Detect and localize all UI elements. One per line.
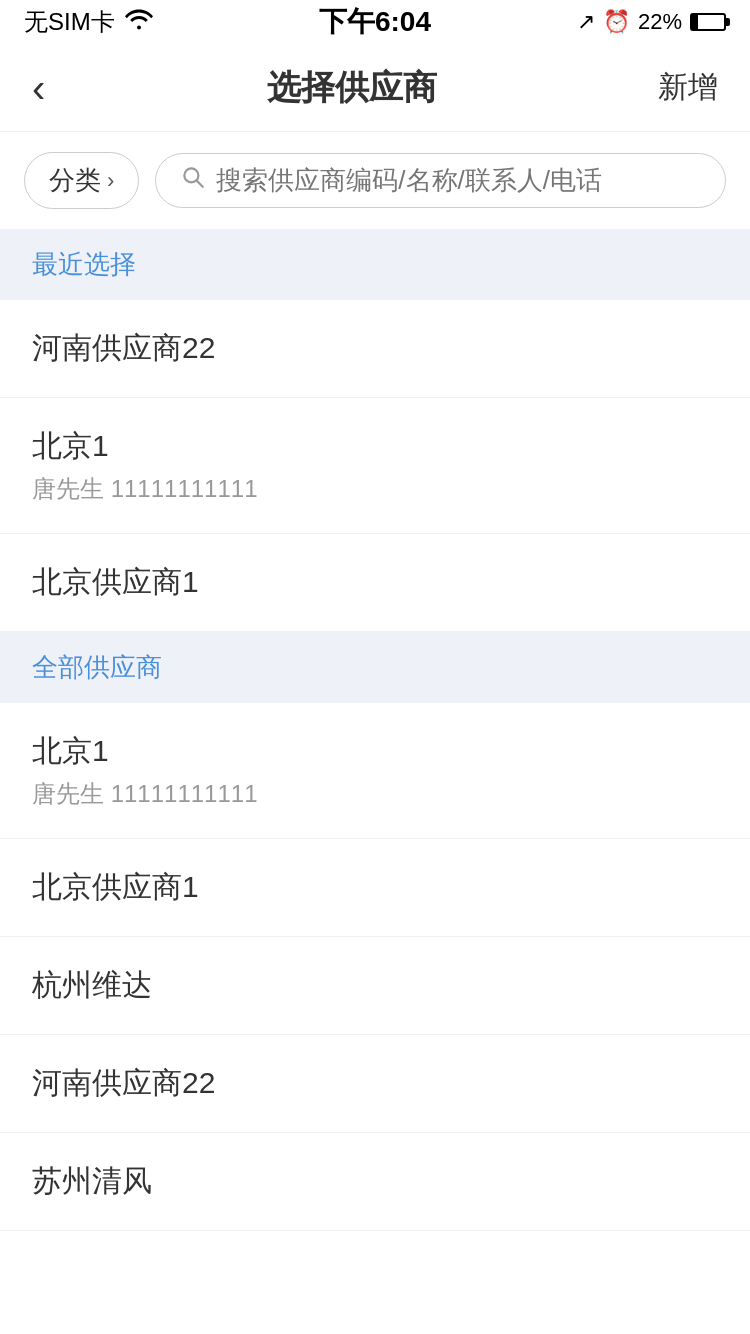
search-box: [155, 153, 726, 208]
status-bar: 无SIM卡 下午6:04 ↗ ⏰ 22%: [0, 0, 750, 44]
wifi-icon: [125, 8, 153, 36]
item-sub: 唐先生 11111111111: [32, 778, 718, 810]
item-name: 杭州维达: [32, 965, 718, 1006]
list-item[interactable]: 河南供应商22: [0, 300, 750, 398]
list-item[interactable]: 北京1 唐先生 11111111111: [0, 398, 750, 534]
list-item[interactable]: 北京1 唐先生 11111111111: [0, 703, 750, 839]
add-button[interactable]: 新增: [658, 67, 718, 108]
all-section-header: 全部供应商: [0, 632, 750, 703]
recent-list: 河南供应商22 北京1 唐先生 11111111111 北京供应商1: [0, 300, 750, 632]
list-item[interactable]: 杭州维达: [0, 937, 750, 1035]
category-filter-button[interactable]: 分类 ›: [24, 152, 139, 209]
no-sim-text: 无SIM卡: [24, 6, 115, 38]
all-list: 北京1 唐先生 11111111111 北京供应商1 杭州维达 河南供应商22 …: [0, 703, 750, 1231]
location-icon: ↗: [577, 9, 595, 35]
list-item[interactable]: 北京供应商1: [0, 534, 750, 632]
item-name: 河南供应商22: [32, 328, 718, 369]
chevron-right-icon: ›: [107, 168, 114, 194]
battery-icon: [690, 13, 726, 31]
list-item[interactable]: 河南供应商22: [0, 1035, 750, 1133]
category-label: 分类: [49, 163, 101, 198]
nav-bar: ‹ 选择供应商 新增: [0, 44, 750, 132]
list-item[interactable]: 苏州清风: [0, 1133, 750, 1231]
item-sub: 唐先生 11111111111: [32, 473, 718, 505]
item-name: 北京供应商1: [32, 562, 718, 603]
item-name: 北京供应商1: [32, 867, 718, 908]
page-title: 选择供应商: [267, 65, 437, 111]
recent-section-header: 最近选择: [0, 229, 750, 300]
status-right: ↗ ⏰ 22%: [577, 9, 726, 35]
filter-bar: 分类 ›: [0, 132, 750, 229]
battery-text: 22%: [638, 9, 682, 35]
item-name: 北京1: [32, 426, 718, 467]
status-left: 无SIM卡: [24, 6, 153, 38]
search-input[interactable]: [216, 165, 701, 196]
alarm-icon: ⏰: [603, 9, 630, 35]
item-name: 北京1: [32, 731, 718, 772]
back-button[interactable]: ‹: [32, 68, 45, 108]
status-time: 下午6:04: [319, 3, 431, 41]
svg-line-1: [197, 181, 203, 187]
list-item[interactable]: 北京供应商1: [0, 839, 750, 937]
search-icon: [180, 164, 206, 197]
item-name: 苏州清风: [32, 1161, 718, 1202]
item-name: 河南供应商22: [32, 1063, 718, 1104]
